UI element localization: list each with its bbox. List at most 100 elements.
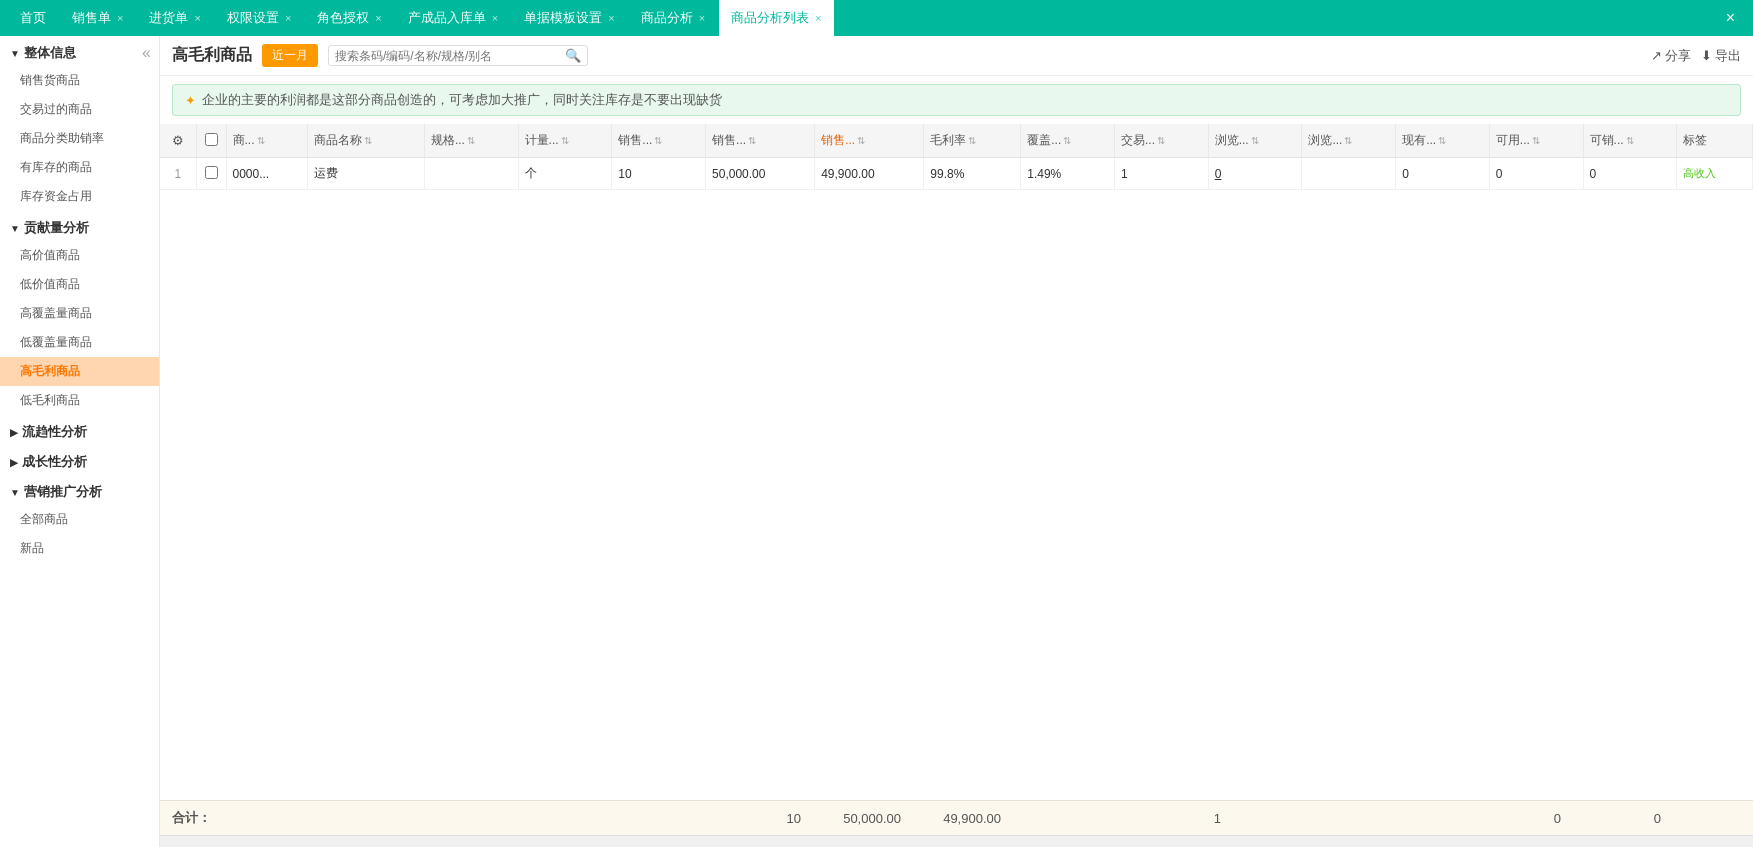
sidebar-item-low-margin[interactable]: 低毛利商品 [0, 386, 159, 415]
nav-analysis-close[interactable]: × [699, 12, 705, 24]
share-icon: ↗ [1651, 48, 1662, 63]
sort-icon-transactions: ⇅ [1157, 135, 1165, 146]
footer-transactions: 1 [1141, 811, 1221, 826]
col-sales-profit[interactable]: 销售...⇅ [815, 124, 924, 158]
bottom-scrollbar[interactable] [160, 835, 1753, 847]
nav-permissions-label: 权限设置 [227, 9, 279, 27]
sidebar-item-in-stock[interactable]: 有库存的商品 [0, 153, 159, 182]
cell-code: 0000... [226, 158, 308, 190]
sidebar-item-category-sales-rate[interactable]: 商品分类助销率 [0, 124, 159, 153]
col-browse1[interactable]: 浏览...⇅ [1208, 124, 1302, 158]
data-table: ⚙ 商...⇅ 商品名称⇅ 规格...⇅ 计量...⇅ 销售...⇅ 销售...… [160, 124, 1753, 190]
footer-sales-amount: 50,000.00 [821, 811, 901, 826]
nav-sales-close[interactable]: × [117, 12, 123, 24]
nav-sales[interactable]: 销售单 × [60, 0, 135, 36]
sidebar-item-low-coverage[interactable]: 低覆盖量商品 [0, 328, 159, 357]
table-container[interactable]: ⚙ 商...⇅ 商品名称⇅ 规格...⇅ 计量...⇅ 销售...⇅ 销售...… [160, 124, 1753, 800]
window-close-button[interactable]: × [1716, 9, 1745, 27]
sidebar-item-high-margin[interactable]: 高毛利商品 [0, 357, 159, 386]
sidebar-group-overall-label: 整体信息 [24, 44, 76, 62]
info-banner: ✦ 企业的主要的利润都是这部分商品创造的，可考虑加大推广，同时关注库存是不要出现… [172, 84, 1741, 116]
footer-label: 合计： [172, 809, 211, 827]
sort-icon-code: ⇅ [257, 135, 265, 146]
col-sales-amount[interactable]: 销售...⇅ [706, 124, 815, 158]
col-browse2[interactable]: 浏览...⇅ [1302, 124, 1396, 158]
cell-gross-margin: 99.8% [924, 158, 1021, 190]
nav-templates-close[interactable]: × [608, 12, 614, 24]
select-all-checkbox[interactable] [205, 133, 218, 146]
cell-unit: 个 [518, 158, 612, 190]
nav-home-label: 首页 [20, 9, 46, 27]
share-button[interactable]: ↗ 分享 [1651, 47, 1691, 65]
sidebar-group-contribution[interactable]: ▼ 贡献量分析 [0, 211, 159, 241]
cell-name: 运费 [308, 158, 425, 190]
nav-inbound-close[interactable]: × [492, 12, 498, 24]
col-unit[interactable]: 计量...⇅ [518, 124, 612, 158]
top-nav: 首页 销售单 × 进货单 × 权限设置 × 角色授权 × 产成品入库单 × 单据… [0, 0, 1753, 36]
table-header-row: ⚙ 商...⇅ 商品名称⇅ 规格...⇅ 计量...⇅ 销售...⇅ 销售...… [160, 124, 1753, 158]
search-input[interactable] [335, 49, 561, 63]
col-available[interactable]: 可用...⇅ [1489, 124, 1583, 158]
sidebar-group-growth-label: 成长性分析 [22, 453, 87, 471]
nav-home[interactable]: 首页 [8, 0, 58, 36]
nav-purchase-close[interactable]: × [194, 12, 200, 24]
nav-inbound[interactable]: 产成品入库单 × [396, 0, 510, 36]
sidebar-item-all-goods[interactable]: 全部商品 [0, 505, 159, 534]
sidebar-item-low-value[interactable]: 低价值商品 [0, 270, 159, 299]
col-code[interactable]: 商...⇅ [226, 124, 308, 158]
sort-icon-name: ⇅ [364, 135, 372, 146]
filter-recent-month-button[interactable]: 近一月 [262, 44, 318, 67]
sidebar-item-new-goods[interactable]: 新品 [0, 534, 159, 563]
share-label: 分享 [1665, 47, 1691, 65]
sidebar-item-high-coverage[interactable]: 高覆盖量商品 [0, 299, 159, 328]
footer-sellable: 0 [1581, 811, 1661, 826]
nav-permissions-close[interactable]: × [285, 12, 291, 24]
col-spec[interactable]: 规格...⇅ [424, 124, 518, 158]
sidebar-group-trend-arrow: ▶ [10, 427, 18, 438]
table-footer: 合计： 10 50,000.00 49,900.00 1 0 0 [160, 800, 1753, 835]
sidebar-group-marketing[interactable]: ▼ 营销推广分析 [0, 475, 159, 505]
col-gross-margin[interactable]: 毛利率⇅ [924, 124, 1021, 158]
main-layout: « ▼ 整体信息 销售货商品 交易过的商品 商品分类助销率 有库存的商品 库存资… [0, 36, 1753, 847]
nav-permissions[interactable]: 权限设置 × [215, 0, 303, 36]
col-sellable[interactable]: 可销...⇅ [1583, 124, 1677, 158]
sidebar-collapse-button[interactable]: « [142, 44, 151, 62]
col-transactions[interactable]: 交易...⇅ [1114, 124, 1208, 158]
cell-sales-profit: 49,900.00 [815, 158, 924, 190]
nav-analysis-list-close[interactable]: × [815, 12, 821, 24]
sidebar-item-traded-goods[interactable]: 交易过的商品 [0, 95, 159, 124]
sidebar-group-trend[interactable]: ▶ 流趋性分析 [0, 415, 159, 445]
col-name[interactable]: 商品名称⇅ [308, 124, 425, 158]
search-box: 🔍 [328, 45, 588, 66]
nav-roles-label: 角色授权 [317, 9, 369, 27]
cell-transactions: 1 [1114, 158, 1208, 190]
nav-roles[interactable]: 角色授权 × [305, 0, 393, 36]
export-button[interactable]: ⬇ 导出 [1701, 47, 1741, 65]
export-label: 导出 [1715, 47, 1741, 65]
sort-icon-sellable: ⇅ [1626, 135, 1634, 146]
sort-icon-sales-amount: ⇅ [748, 135, 756, 146]
nav-purchase[interactable]: 进货单 × [137, 0, 212, 36]
footer-available: 0 [1481, 811, 1561, 826]
sidebar-group-growth[interactable]: ▶ 成长性分析 [0, 445, 159, 475]
sidebar-group-contribution-label: 贡献量分析 [24, 219, 89, 237]
col-current-stock[interactable]: 现有...⇅ [1396, 124, 1490, 158]
cell-sellable: 0 [1583, 158, 1677, 190]
nav-analysis-list[interactable]: 商品分析列表 × [719, 0, 833, 36]
nav-analysis[interactable]: 商品分析 × [629, 0, 717, 36]
cell-browse1[interactable]: 0 [1208, 158, 1302, 190]
nav-analysis-label: 商品分析 [641, 9, 693, 27]
row-checkbox[interactable] [205, 166, 218, 179]
sidebar-item-stock-capital[interactable]: 库存资金占用 [0, 182, 159, 211]
sidebar-item-high-value[interactable]: 高价值商品 [0, 241, 159, 270]
col-checkbox[interactable] [196, 124, 226, 158]
col-coverage[interactable]: 覆盖...⇅ [1021, 124, 1115, 158]
cell-checkbox[interactable] [196, 158, 226, 190]
col-settings[interactable]: ⚙ [160, 124, 196, 158]
nav-templates[interactable]: 单据模板设置 × [512, 0, 626, 36]
nav-roles-close[interactable]: × [375, 12, 381, 24]
col-sales-qty[interactable]: 销售...⇅ [612, 124, 706, 158]
sidebar-item-sales-goods[interactable]: 销售货商品 [0, 66, 159, 95]
sidebar-group-overall[interactable]: ▼ 整体信息 [0, 36, 159, 66]
content-area: 高毛利商品 近一月 🔍 ↗ 分享 ⬇ 导出 ✦ 企业的主要的利润都是这部分商品创… [160, 36, 1753, 847]
